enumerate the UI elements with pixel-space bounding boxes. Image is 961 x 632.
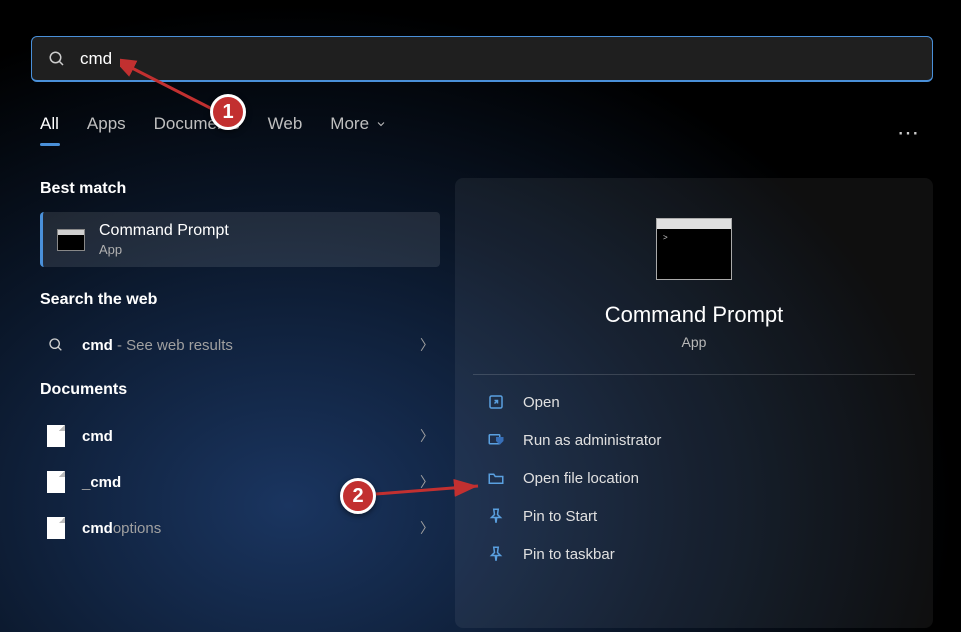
best-match-result[interactable]: Command Prompt App bbox=[40, 212, 440, 267]
search-icon bbox=[48, 50, 66, 68]
results-column: Best match Command Prompt App Search the… bbox=[40, 180, 440, 551]
web-result-row[interactable]: cmd - See web results 〉 bbox=[40, 323, 440, 367]
search-icon bbox=[46, 337, 66, 353]
preview-title: Command Prompt bbox=[473, 302, 915, 328]
document-icon bbox=[46, 425, 66, 447]
pin-icon bbox=[487, 545, 505, 563]
document-icon bbox=[46, 517, 66, 539]
document-icon bbox=[46, 471, 66, 493]
chevron-down-icon bbox=[375, 118, 387, 130]
tab-apps[interactable]: Apps bbox=[87, 114, 126, 142]
search-input[interactable] bbox=[80, 49, 916, 69]
action-open-file-location[interactable]: Open file location bbox=[473, 459, 915, 497]
preview-panel: Command Prompt App Open Run as administr… bbox=[455, 178, 933, 628]
preview-subtitle: App bbox=[473, 334, 915, 350]
document-row[interactable]: cmdoptions 〉 bbox=[40, 505, 440, 551]
section-best-match: Best match bbox=[40, 180, 440, 198]
action-label: Run as administrator bbox=[523, 432, 661, 449]
action-pin-to-taskbar[interactable]: Pin to taskbar bbox=[473, 535, 915, 573]
command-prompt-icon bbox=[57, 229, 85, 251]
folder-icon bbox=[487, 469, 505, 487]
search-box[interactable] bbox=[31, 36, 933, 82]
pin-icon bbox=[487, 507, 505, 525]
action-run-as-administrator[interactable]: Run as administrator bbox=[473, 421, 915, 459]
divider bbox=[473, 374, 915, 375]
best-match-title: Command Prompt bbox=[99, 222, 229, 240]
section-search-web: Search the web bbox=[40, 291, 440, 309]
action-label: Open bbox=[523, 394, 560, 411]
web-result-text: cmd - See web results bbox=[82, 337, 404, 354]
open-icon bbox=[487, 393, 505, 411]
document-name: cmd bbox=[82, 428, 404, 445]
overflow-menu-icon[interactable]: ⋯ bbox=[897, 120, 921, 146]
tab-all[interactable]: All bbox=[40, 114, 59, 142]
action-pin-to-start[interactable]: Pin to Start bbox=[473, 497, 915, 535]
document-row[interactable]: cmd 〉 bbox=[40, 413, 440, 459]
action-label: Pin to taskbar bbox=[523, 546, 615, 563]
action-open[interactable]: Open bbox=[473, 383, 915, 421]
chevron-right-icon: 〉 bbox=[420, 518, 434, 538]
tab-more[interactable]: More bbox=[330, 114, 387, 142]
annotation-badge-2: 2 bbox=[340, 478, 376, 514]
tab-web[interactable]: Web bbox=[268, 114, 303, 142]
section-documents: Documents bbox=[40, 381, 440, 399]
chevron-right-icon: 〉 bbox=[420, 426, 434, 446]
action-label: Open file location bbox=[523, 470, 639, 487]
document-name: cmdoptions bbox=[82, 520, 404, 537]
best-match-subtitle: App bbox=[99, 242, 229, 257]
action-label: Pin to Start bbox=[523, 508, 597, 525]
document-row[interactable]: _cmd 〉 bbox=[40, 459, 440, 505]
command-prompt-icon bbox=[656, 218, 732, 280]
shield-admin-icon bbox=[487, 431, 505, 449]
chevron-right-icon: 〉 bbox=[420, 335, 434, 355]
chevron-right-icon: 〉 bbox=[420, 472, 434, 492]
annotation-badge-1: 1 bbox=[210, 94, 246, 130]
tab-more-label: More bbox=[330, 114, 369, 134]
best-match-text: Command Prompt App bbox=[99, 222, 229, 257]
